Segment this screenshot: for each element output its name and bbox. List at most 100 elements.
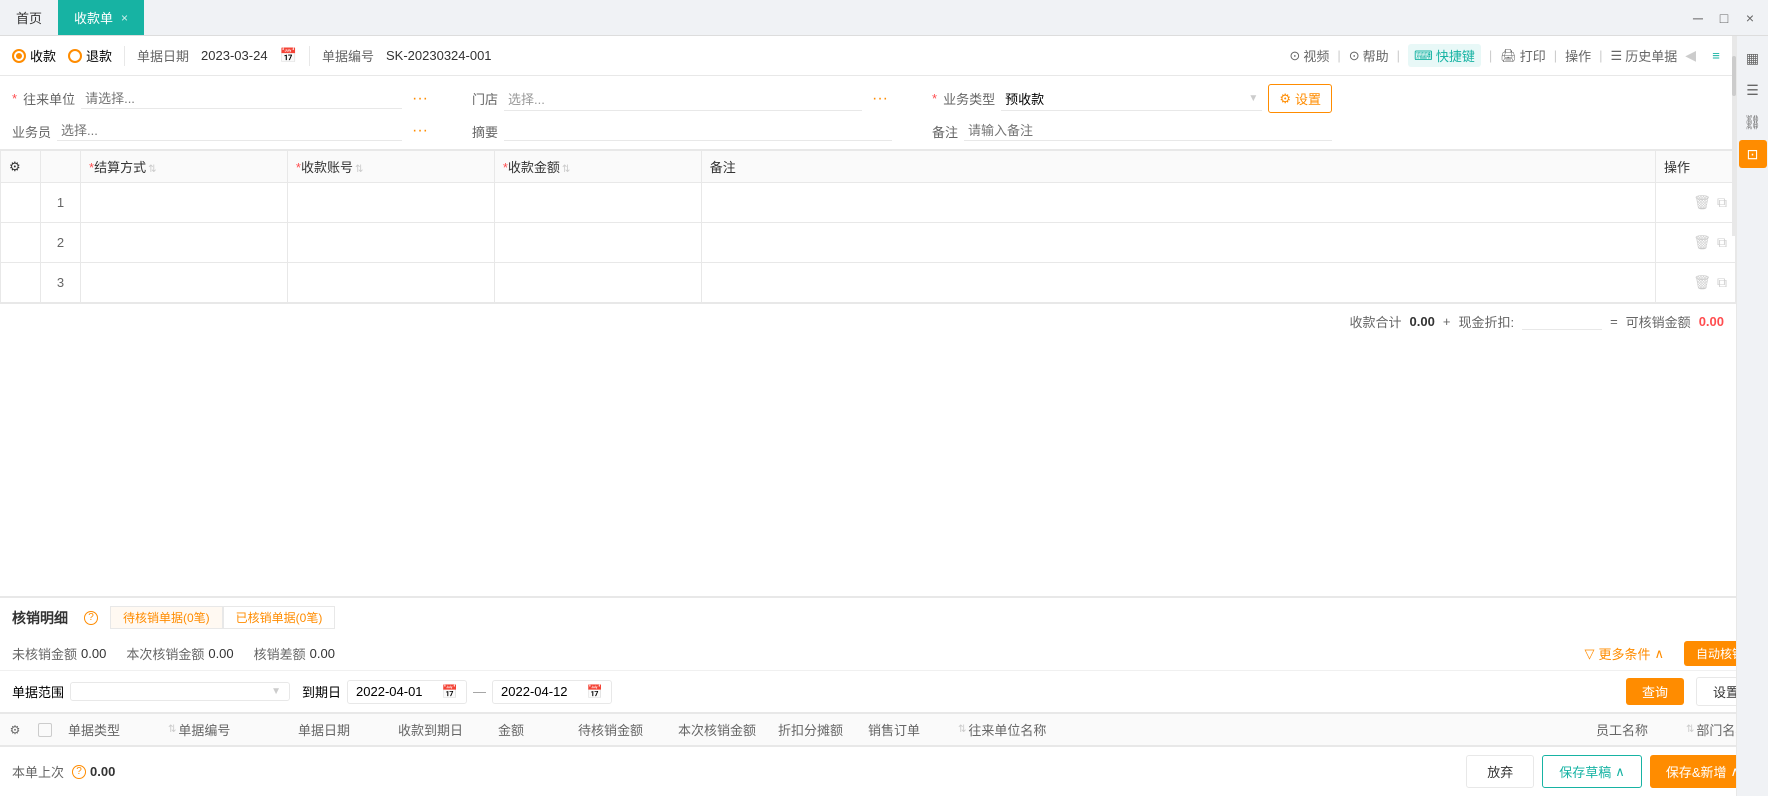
bth-amount: 金额 — [490, 720, 570, 739]
video-btn[interactable]: ⊙ 视频 — [1289, 46, 1329, 65]
biz-label: 业务类型 — [943, 89, 995, 108]
abstract-input[interactable] — [504, 121, 892, 141]
discard-btn[interactable]: 放弃 — [1466, 755, 1534, 788]
row-delete-icon[interactable]: 🗑 — [1693, 274, 1711, 291]
salesperson-more-btn[interactable]: ··· — [408, 122, 432, 140]
row-num: 2 — [41, 223, 81, 263]
video-icon: ⊙ — [1289, 48, 1300, 64]
col-settings[interactable]: ⚙ — [1, 151, 41, 183]
biz-arrow-icon: ▼ — [1248, 93, 1258, 104]
row-account[interactable] — [287, 263, 494, 303]
range-arrow-icon: ▼ — [271, 686, 281, 697]
row-amount[interactable] — [494, 183, 701, 223]
row-settlement[interactable] — [81, 223, 288, 263]
footer-info-icon[interactable]: ? — [72, 765, 86, 779]
save-draft-btn[interactable]: 保存草稿 ∧ — [1542, 755, 1642, 788]
bth-checkbox-cell[interactable] — [30, 723, 60, 737]
row-settlement[interactable] — [81, 263, 288, 303]
date-from-value: 2022-04-01 — [356, 684, 423, 699]
remark-field: 备注 — [932, 121, 1332, 141]
section-info-icon[interactable]: ? — [84, 611, 98, 625]
bth-discount-label: 折扣分摊额 — [778, 720, 843, 739]
row-remark[interactable] — [701, 183, 1655, 223]
nav-prev-icon[interactable]: ◀ — [1685, 47, 1696, 64]
date-to-input[interactable]: 2022-04-12 📅 — [492, 680, 612, 704]
chevron-up-icon: ∧ — [1654, 646, 1664, 662]
row-remark[interactable] — [701, 263, 1655, 303]
close-btn[interactable]: × — [1740, 8, 1760, 28]
scroll-thumb[interactable] — [1732, 56, 1736, 96]
sidebar-doc-icon[interactable]: ☰ — [1739, 76, 1767, 104]
sidebar-table-icon[interactable]: ▦ — [1739, 44, 1767, 72]
form-row-1: * 往来单位 ··· 门店 选择... ··· * 业务类型 预收款 — [12, 84, 1756, 113]
row-amount[interactable] — [494, 263, 701, 303]
counterpart-more-btn[interactable]: ··· — [408, 90, 432, 108]
number-value: SK-20230324-001 — [386, 48, 492, 63]
more-conditions-btn[interactable]: ▽ 更多条件 ∧ — [1584, 644, 1664, 663]
row-delete-icon[interactable]: 🗑 — [1693, 234, 1711, 251]
bth-order-label: 销售订单 — [868, 720, 920, 739]
tab-close-icon[interactable]: × — [121, 11, 128, 25]
plus-icon: + — [1443, 314, 1451, 329]
bth-settings-cell[interactable]: ⚙ — [0, 723, 30, 737]
col-remark: 备注 — [701, 151, 1655, 183]
remark-input[interactable] — [964, 121, 1332, 141]
total-value: 0.00 — [1410, 314, 1435, 329]
bth-due: 收款到期日 — [390, 720, 490, 739]
calendar-icon[interactable]: 📅 — [280, 47, 297, 64]
row-settlement[interactable] — [81, 183, 288, 223]
help-btn[interactable]: ⊙ 帮助 — [1349, 46, 1389, 65]
tab-active-label: 收款单 — [74, 8, 113, 27]
bth-due-label: 收款到期日 — [398, 720, 463, 739]
store-select[interactable]: 选择... — [504, 87, 862, 111]
scrollbar[interactable] — [1732, 36, 1736, 236]
print-btn[interactable]: 🖨 打印 — [1500, 46, 1546, 65]
sidebar-camera-icon[interactable]: ⊡ — [1739, 140, 1767, 168]
minimize-btn[interactable]: ─ — [1688, 8, 1708, 28]
discount-input[interactable] — [1522, 314, 1602, 330]
counterpart-input[interactable] — [81, 89, 402, 109]
payment-type-radio: 收款 退款 — [12, 46, 112, 65]
list-view-icon[interactable]: ≡ — [1704, 47, 1728, 65]
diff-value: 0.00 — [310, 646, 335, 661]
row-copy-icon[interactable]: ⧉ — [1717, 274, 1727, 291]
bth-current: 本次核销金额 — [670, 720, 770, 739]
row-account[interactable] — [287, 223, 494, 263]
maximize-btn[interactable]: □ — [1714, 8, 1734, 28]
table-row: 1 🗑 ⧉ — [1, 183, 1736, 223]
shortcut-btn[interactable]: ⌨ 快捷键 — [1408, 44, 1481, 67]
table-row: 2 🗑 ⧉ — [1, 223, 1736, 263]
row-num: 1 — [41, 183, 81, 223]
row-copy-icon[interactable]: ⧉ — [1717, 234, 1727, 251]
range-select[interactable]: ▼ — [70, 682, 290, 701]
store-more-btn[interactable]: ··· — [868, 90, 892, 108]
biz-select[interactable]: 预收款 ▼ — [1001, 87, 1262, 111]
sidebar-link-icon[interactable]: ⛓ — [1739, 108, 1767, 136]
col-action: 操作 — [1656, 151, 1736, 183]
tab-active[interactable]: 收款单 × — [58, 0, 144, 35]
row-account[interactable] — [287, 183, 494, 223]
save-new-label: 保存&新增 — [1666, 762, 1727, 781]
row-remark[interactable] — [701, 223, 1655, 263]
select-all-checkbox[interactable] — [38, 723, 52, 737]
row-amount[interactable] — [494, 223, 701, 263]
tab-done[interactable]: 已核销单据(0笔) — [223, 606, 336, 629]
bth-sort-icon2: ⇅ — [958, 724, 966, 735]
salesperson-input[interactable] — [57, 121, 402, 141]
row-copy-icon[interactable]: ⧉ — [1717, 194, 1727, 211]
settings-button[interactable]: ⚙ 设置 — [1268, 84, 1332, 113]
history-btn[interactable]: ☰ 历史单据 — [1611, 46, 1678, 65]
date-from-input[interactable]: 2022-04-01 📅 — [347, 680, 467, 704]
radio-tuikuan[interactable]: 退款 — [68, 46, 112, 65]
tab-pending[interactable]: 待核销单据(0笔) — [110, 606, 223, 629]
table-footer: 收款合计 0.00 + 现金折扣: = 可核销金额 0.00 — [0, 303, 1736, 339]
filter-row: 单据范围 ▼ 到期日 2022-04-01 📅 — 2022-04-12 📅 查 — [0, 671, 1768, 713]
bth-date-label: 单据日期 — [298, 720, 350, 739]
tab-home[interactable]: 首页 — [0, 0, 58, 35]
result-label: 可核销金额 — [1626, 312, 1691, 331]
query-btn[interactable]: 查询 — [1626, 678, 1684, 705]
radio-tuikuan-label: 退款 — [86, 46, 112, 65]
radio-shoukuan[interactable]: 收款 — [12, 46, 56, 65]
actions-btn[interactable]: 操作 — [1565, 46, 1591, 65]
row-delete-icon[interactable]: 🗑 — [1693, 194, 1711, 211]
